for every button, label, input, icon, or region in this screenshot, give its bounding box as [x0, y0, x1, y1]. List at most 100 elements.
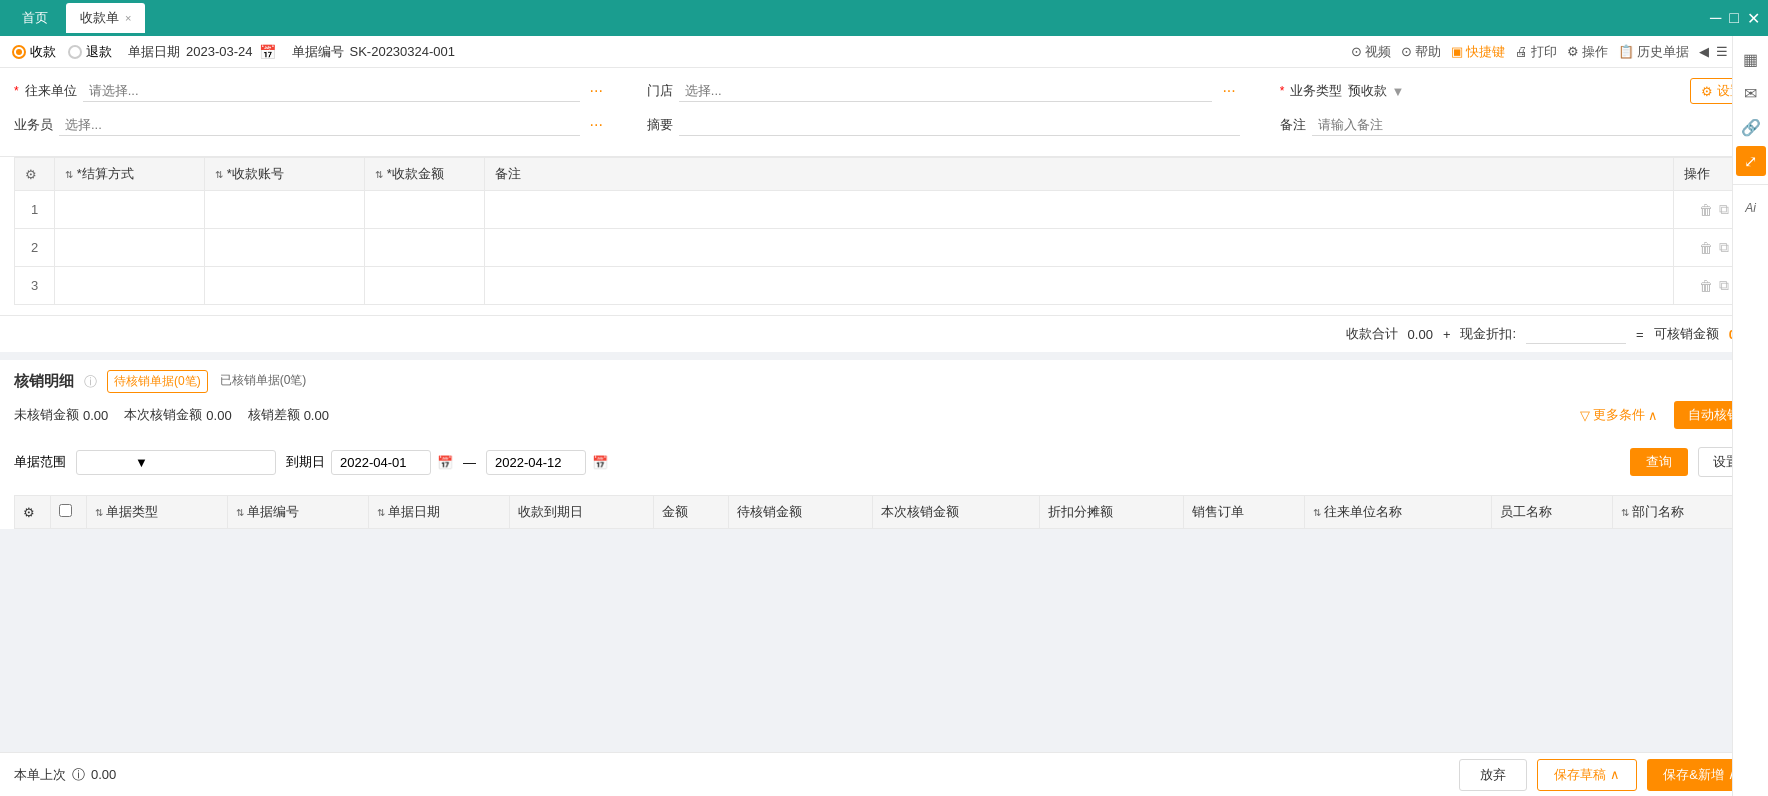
sidebar-expand-icon[interactable]: ⤢ [1736, 146, 1766, 176]
row-3-note[interactable] [485, 267, 1674, 305]
bth-discount: 折扣分摊额 [1040, 496, 1184, 529]
th-settings[interactable]: ⚙ [15, 158, 55, 191]
store-input[interactable] [679, 80, 1213, 102]
date-to-cal-icon[interactable]: 📅 [592, 455, 608, 470]
window-minimize[interactable]: ─ [1710, 9, 1721, 27]
bottom-table-header: ⚙ ⇅ 单据类型 ⇅ 单据编号 ⇅ 单据日期 收款到期日 [15, 496, 1754, 529]
sort-type-icon[interactable]: ⇅ [95, 507, 103, 518]
sidebar-ai-icon[interactable]: Ai [1736, 193, 1766, 223]
row-1-num: 1 [15, 191, 55, 229]
completed-tab[interactable]: 已核销单据(0笔) [214, 370, 313, 393]
date-from-cal-icon[interactable]: 📅 [437, 455, 453, 470]
abandon-btn[interactable]: 放弃 [1459, 759, 1527, 791]
row-2-account[interactable] [205, 229, 365, 267]
row-2-delete-icon[interactable]: 🗑 [1699, 240, 1713, 256]
partner-label: 往来单位 [25, 82, 77, 100]
row-3-payment[interactable] [55, 267, 205, 305]
business-field: * 业务类型 预收款 ▼ ⚙ 设置 [1280, 78, 1754, 104]
radio-refund[interactable]: 退款 [68, 43, 112, 61]
bth-gear[interactable]: ⚙ [15, 496, 51, 529]
sort-number-icon[interactable]: ⇅ [236, 507, 244, 518]
staff-more-btn[interactable]: ··· [586, 116, 607, 134]
help-btn[interactable]: ⊙ 帮助 [1401, 43, 1441, 61]
row-2-payment[interactable] [55, 229, 205, 267]
pending-tab[interactable]: 待核销单据(0笔) [107, 370, 208, 393]
bth-due: 收款到期日 [510, 496, 654, 529]
available-label: 可核销金额 [1654, 325, 1719, 343]
row-2-note[interactable] [485, 229, 1674, 267]
note-input[interactable] [1312, 114, 1754, 136]
sort-date-icon[interactable]: ⇅ [377, 507, 385, 518]
row-3-amount[interactable] [365, 267, 485, 305]
row-1-payment[interactable] [55, 191, 205, 229]
diff-label: 核销差额 [248, 406, 300, 424]
sort-amount-icon[interactable]: ⇅ [375, 169, 383, 180]
bth-checkbox[interactable] [51, 496, 87, 529]
bottom-gear-icon[interactable]: ⚙ [23, 505, 35, 520]
row-3-account[interactable] [205, 267, 365, 305]
date-to-input[interactable] [486, 450, 586, 475]
shortcut-btn[interactable]: ▣ 快捷键 [1451, 43, 1505, 61]
info-circle-icon: ⓘ [72, 766, 85, 784]
footer-last-value: 0.00 [91, 767, 116, 782]
radio-receive-label: 收款 [30, 43, 56, 61]
table-gear-icon[interactable]: ⚙ [25, 167, 37, 182]
tab-bar-right: ─ □ ✕ [1710, 9, 1760, 28]
sidebar-message-icon[interactable]: ✉ [1736, 78, 1766, 108]
equals-sign: = [1636, 327, 1644, 342]
memo-field: 摘要 [647, 114, 1240, 136]
sort-account-icon[interactable]: ⇅ [215, 169, 223, 180]
select-all-checkbox[interactable] [59, 504, 72, 517]
th-action-label: 操作 [1684, 166, 1710, 181]
partner-more-btn[interactable]: ··· [586, 82, 607, 100]
row-3-copy-icon[interactable]: ⧉ [1719, 277, 1729, 294]
row-1-copy-icon[interactable]: ⧉ [1719, 201, 1729, 218]
tab-home[interactable]: 首页 [8, 3, 62, 33]
history-btn[interactable]: 📋 历史单据 [1618, 43, 1689, 61]
sidebar-table-icon[interactable]: ▦ [1736, 44, 1766, 74]
sort-payment-icon[interactable]: ⇅ [65, 169, 73, 180]
date-calendar-icon[interactable]: 📅 [259, 44, 276, 60]
discount-input[interactable] [1526, 324, 1626, 344]
footer-right: 放弃 保存草稿 ∧ 保存&新增 ∧ [1459, 759, 1754, 791]
range-select[interactable]: ▼ [76, 450, 276, 475]
prev-view-icon[interactable]: ◀ [1699, 44, 1709, 59]
sidebar-link-icon[interactable]: 🔗 [1736, 112, 1766, 142]
sort-dept-icon[interactable]: ⇅ [1621, 507, 1629, 518]
staff-input[interactable] [59, 114, 580, 136]
radio-receive[interactable]: 收款 [12, 43, 56, 61]
more-filter-btn[interactable]: ▽ 更多条件 ∧ [1580, 406, 1658, 424]
info-icon[interactable]: ⓘ [84, 373, 97, 391]
save-new-label: 保存&新增 [1663, 766, 1724, 784]
store-more-btn[interactable]: ··· [1218, 82, 1239, 100]
partner-input[interactable] [83, 80, 580, 102]
row-1-account[interactable] [205, 191, 365, 229]
list-view-icon[interactable]: ☰ [1711, 42, 1733, 61]
tab-bar: 首页 收款单 × ─ □ ✕ [0, 0, 1768, 36]
row-1-delete-icon[interactable]: 🗑 [1699, 202, 1713, 218]
operation-btn[interactable]: ⚙ 操作 [1567, 43, 1608, 61]
query-btn[interactable]: 查询 [1630, 448, 1688, 476]
sort-partner-icon[interactable]: ⇅ [1313, 507, 1321, 518]
tab-current[interactable]: 收款单 × [66, 3, 145, 33]
row-2-copy-icon[interactable]: ⧉ [1719, 239, 1729, 256]
save-draft-btn[interactable]: 保存草稿 ∧ [1537, 759, 1637, 791]
footer: 本单上次 ⓘ 0.00 放弃 保存草稿 ∧ 保存&新增 ∧ [0, 752, 1768, 796]
window-close[interactable]: ✕ [1747, 9, 1760, 28]
row-1-amount[interactable] [365, 191, 485, 229]
bth-order-label: 销售订单 [1192, 504, 1244, 519]
tab-close-icon[interactable]: × [125, 12, 131, 24]
memo-input[interactable] [679, 114, 1240, 136]
video-btn[interactable]: ⊙ 视频 [1351, 43, 1391, 61]
window-maximize[interactable]: □ [1729, 9, 1739, 27]
row-1-note[interactable] [485, 191, 1674, 229]
date-from-field: 到期日 📅 [286, 450, 453, 475]
row-3-delete-icon[interactable]: 🗑 [1699, 278, 1713, 294]
row-2-amount[interactable] [365, 229, 485, 267]
print-btn[interactable]: 🖨 打印 [1515, 43, 1557, 61]
date-from-input[interactable] [331, 450, 431, 475]
bottom-table: ⚙ ⇅ 单据类型 ⇅ 单据编号 ⇅ 单据日期 收款到期日 [14, 495, 1754, 529]
bth-partner-label: 往来单位名称 [1324, 504, 1402, 519]
business-select[interactable]: 预收款 ▼ [1348, 82, 1684, 100]
ver-stats: 未核销金额 0.00 本次核销金额 0.00 核销差额 0.00 ▽ 更多条件 … [14, 401, 1754, 429]
